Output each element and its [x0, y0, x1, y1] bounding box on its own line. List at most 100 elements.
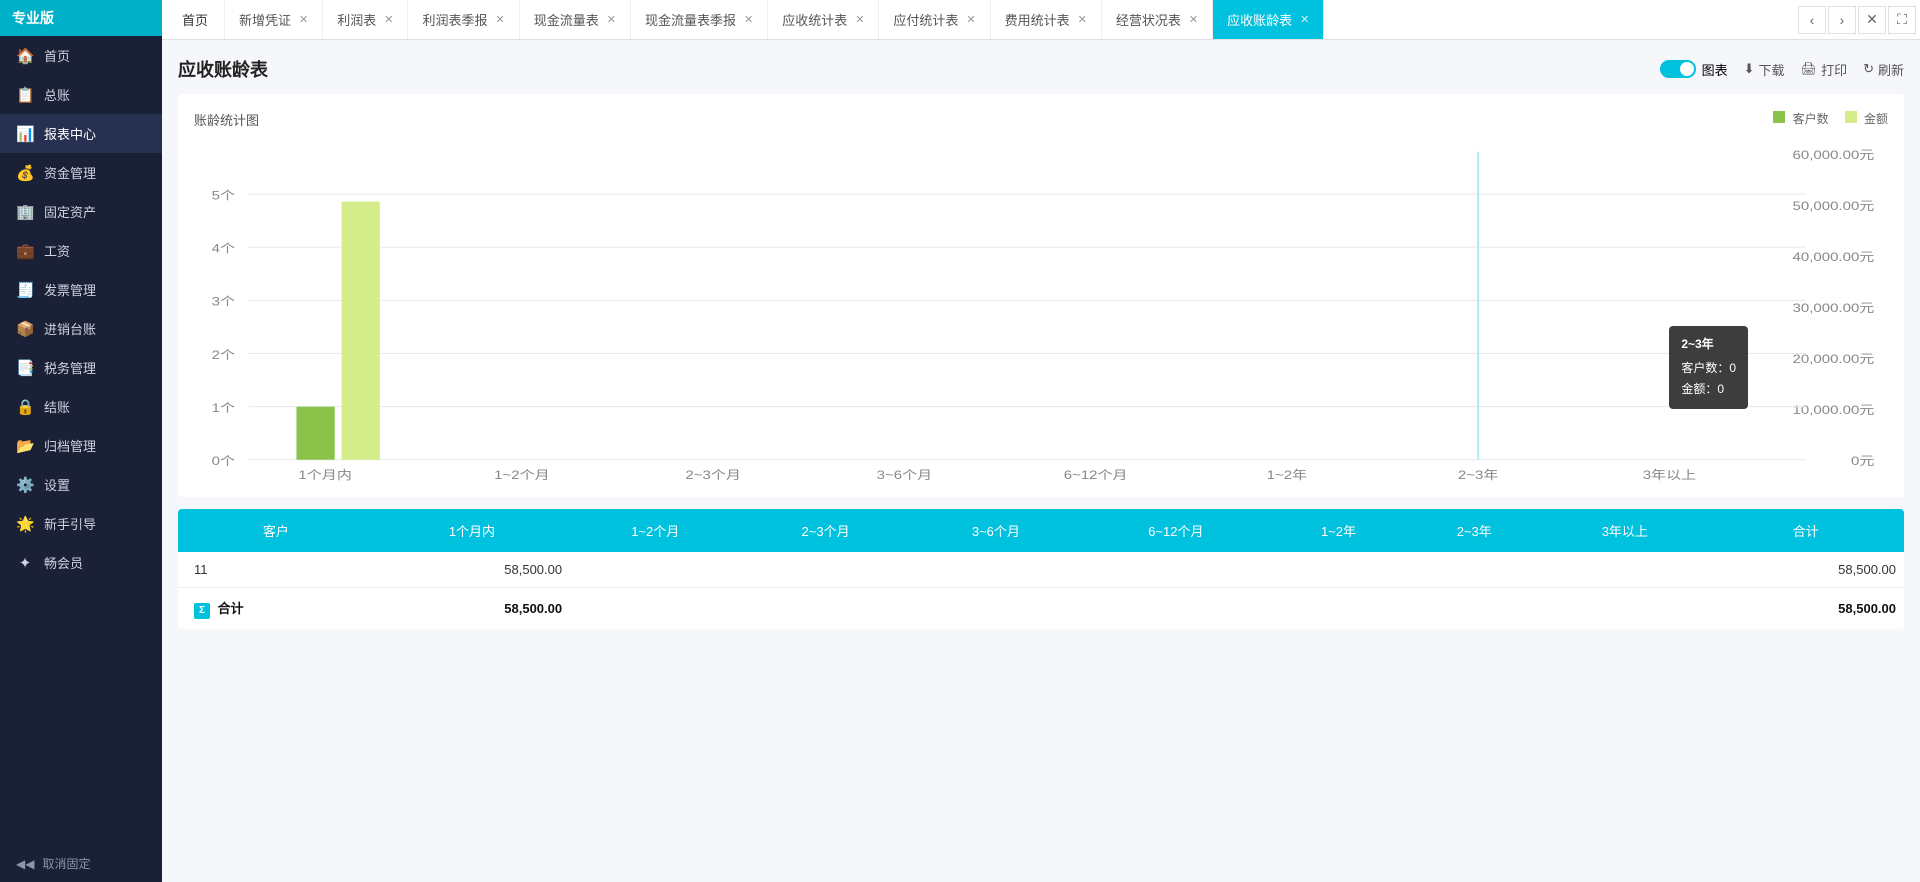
tab-ap-stats-label: 应付统计表: [893, 10, 958, 29]
sidebar-item-archive[interactable]: 📂 归档管理: [0, 426, 162, 465]
tab-voucher-close[interactable]: ✕: [299, 13, 308, 26]
sidebar-item-assets[interactable]: 🏢 固定资产: [0, 192, 162, 231]
tab-ar-aging-close[interactable]: ✕: [1300, 13, 1309, 26]
tab-cashflow-quarter-close[interactable]: ✕: [744, 13, 753, 26]
tab-ap-stats-close[interactable]: ✕: [966, 13, 975, 26]
svg-text:10,000.00元: 10,000.00元: [1792, 404, 1874, 417]
tab-voucher[interactable]: 新增凭证 ✕: [225, 0, 323, 40]
tab-cashflow-quarter[interactable]: 现金流量表季报 ✕: [631, 0, 768, 40]
footer-1m: 58,500.00: [374, 588, 570, 630]
chart-area: 0个 1个 2个 3个 4个 5个 0元 10,000.00元 20,000.0…: [194, 141, 1888, 481]
footer-23m: [740, 588, 910, 630]
sidebar-item-salary[interactable]: 💼 工资: [0, 231, 162, 270]
th-1m: 1个月内: [374, 509, 570, 552]
tab-next-button[interactable]: ›: [1828, 6, 1856, 34]
sidebar-item-funds[interactable]: 💰 资金管理: [0, 153, 162, 192]
sidebar-item-reports[interactable]: 📊 报表中心: [0, 114, 162, 153]
tab-home[interactable]: 首页: [166, 0, 225, 40]
th-23m: 2~3个月: [740, 509, 910, 552]
legend-customer-label: 客户数: [1793, 112, 1829, 126]
sidebar-item-close[interactable]: 🔒 结账: [0, 387, 162, 426]
tab-close-all-button[interactable]: ✕: [1858, 6, 1886, 34]
tab-business-status-close[interactable]: ✕: [1189, 13, 1198, 26]
invoice-icon: 🧾: [16, 281, 34, 299]
svg-text:6~12个月: 6~12个月: [1064, 468, 1128, 481]
th-total: 合计: [1708, 509, 1904, 552]
svg-text:2~3个月: 2~3个月: [685, 468, 741, 481]
cell-612m: [1081, 552, 1271, 588]
th-12y: 1~2年: [1271, 509, 1407, 552]
table-header-row: 客户 1个月内 1~2个月 2~3个月 3~6个月 6~12个月 1~2年 2~…: [178, 509, 1904, 552]
sidebar-item-label: 设置: [44, 475, 70, 494]
tab-profit-quarter[interactable]: 利润表季报 ✕: [408, 0, 519, 40]
archive-icon: 📂: [16, 437, 34, 455]
tab-cashflow[interactable]: 现金流量表 ✕: [520, 0, 631, 40]
th-36m: 3~6个月: [911, 509, 1081, 552]
cell-12m: [570, 552, 740, 588]
toggle-thumb: [1680, 62, 1694, 76]
footer-36m: [911, 588, 1081, 630]
tab-fullscreen-button[interactable]: ⛶: [1888, 6, 1916, 34]
main-area: 首页 新增凭证 ✕ 利润表 ✕ 利润表季报 ✕ 现金流量表 ✕ 现金流量表季报 …: [162, 0, 1920, 882]
print-label: 打印: [1821, 60, 1847, 79]
sidebar-item-label: 报表中心: [44, 124, 96, 143]
tab-ap-stats[interactable]: 应付统计表 ✕: [879, 0, 990, 40]
refresh-button[interactable]: ↻ 刷新: [1863, 60, 1904, 79]
tab-profit-close[interactable]: ✕: [384, 13, 393, 26]
chart-card: 账龄统计图 客户数 金额 0个 1个 2个 3个 4个: [178, 94, 1904, 497]
svg-text:1个月内: 1个月内: [298, 468, 351, 481]
sidebar-item-invoice[interactable]: 🧾 发票管理: [0, 270, 162, 309]
chart-toggle[interactable]: 图表: [1660, 60, 1728, 79]
tab-profit[interactable]: 利润表 ✕: [323, 0, 408, 40]
th-3yplus: 3年以上: [1542, 509, 1707, 552]
svg-text:60,000.00元: 60,000.00元: [1792, 149, 1874, 162]
svg-text:2个: 2个: [212, 348, 236, 361]
close-period-icon: 🔒: [16, 398, 34, 416]
sidebar-item-label: 总账: [44, 85, 70, 104]
page-actions: 图表 ⬇ 下载 🖨 打印 ↻ 刷新: [1660, 60, 1904, 79]
tab-ar-stats-close[interactable]: ✕: [855, 13, 864, 26]
toggle-track[interactable]: [1660, 60, 1696, 78]
tab-business-status[interactable]: 经营状况表 ✕: [1102, 0, 1213, 40]
cell-1m: 58,500.00: [374, 552, 570, 588]
page-title: 应收账龄表: [178, 56, 1660, 82]
tab-home-label: 首页: [182, 10, 208, 29]
tab-profit-quarter-label: 利润表季报: [422, 10, 487, 29]
tab-expense-stats-close[interactable]: ✕: [1078, 13, 1087, 26]
tab-ar-aging[interactable]: 应收账龄表 ✕: [1213, 0, 1324, 40]
tab-cashflow-close[interactable]: ✕: [607, 13, 616, 26]
cell-12y: [1271, 552, 1407, 588]
tab-cashflow-label: 现金流量表: [534, 10, 599, 29]
sidebar-item-ledger[interactable]: 📋 总账: [0, 75, 162, 114]
sidebar-item-label: 固定资产: [44, 202, 96, 221]
refresh-icon: ↻: [1863, 61, 1874, 77]
sidebar-item-guide[interactable]: 🌟 新手引导: [0, 504, 162, 543]
print-button[interactable]: 🖨 打印: [1801, 60, 1848, 79]
tab-profit-quarter-close[interactable]: ✕: [496, 13, 505, 26]
sidebar-item-settings[interactable]: ⚙️ 设置: [0, 465, 162, 504]
legend-amount: 金额: [1845, 110, 1888, 127]
sidebar-item-label: 结账: [44, 397, 70, 416]
toggle-label: 图表: [1702, 60, 1728, 79]
sidebar-item-label: 畅会员: [44, 553, 83, 572]
tab-ar-stats[interactable]: 应收统计表 ✕: [768, 0, 879, 40]
svg-text:3个: 3个: [212, 295, 236, 308]
assets-icon: 🏢: [16, 203, 34, 221]
settings-icon: ⚙️: [16, 476, 34, 494]
footer-12m: [570, 588, 740, 630]
download-button[interactable]: ⬇ 下载: [1744, 60, 1785, 79]
sidebar-item-member[interactable]: ✦ 畅会员: [0, 543, 162, 582]
refresh-label: 刷新: [1878, 60, 1904, 79]
sidebar-item-inventory[interactable]: 📦 进销台账: [0, 309, 162, 348]
sidebar-item-tax[interactable]: 📑 税务管理: [0, 348, 162, 387]
tab-prev-button[interactable]: ‹: [1798, 6, 1826, 34]
th-612m: 6~12个月: [1081, 509, 1271, 552]
tab-expense-stats[interactable]: 费用统计表 ✕: [991, 0, 1102, 40]
svg-text:2~3年: 2~3年: [1458, 468, 1499, 481]
tab-ar-aging-label: 应收账龄表: [1227, 10, 1292, 29]
footer-612m: [1081, 588, 1271, 630]
sidebar-item-label: 首页: [44, 46, 70, 65]
svg-text:4个: 4个: [212, 242, 236, 255]
sidebar-item-home[interactable]: 🏠 首页: [0, 36, 162, 75]
sidebar-pin-toggle[interactable]: ◀◀ 取消固定: [0, 845, 162, 882]
